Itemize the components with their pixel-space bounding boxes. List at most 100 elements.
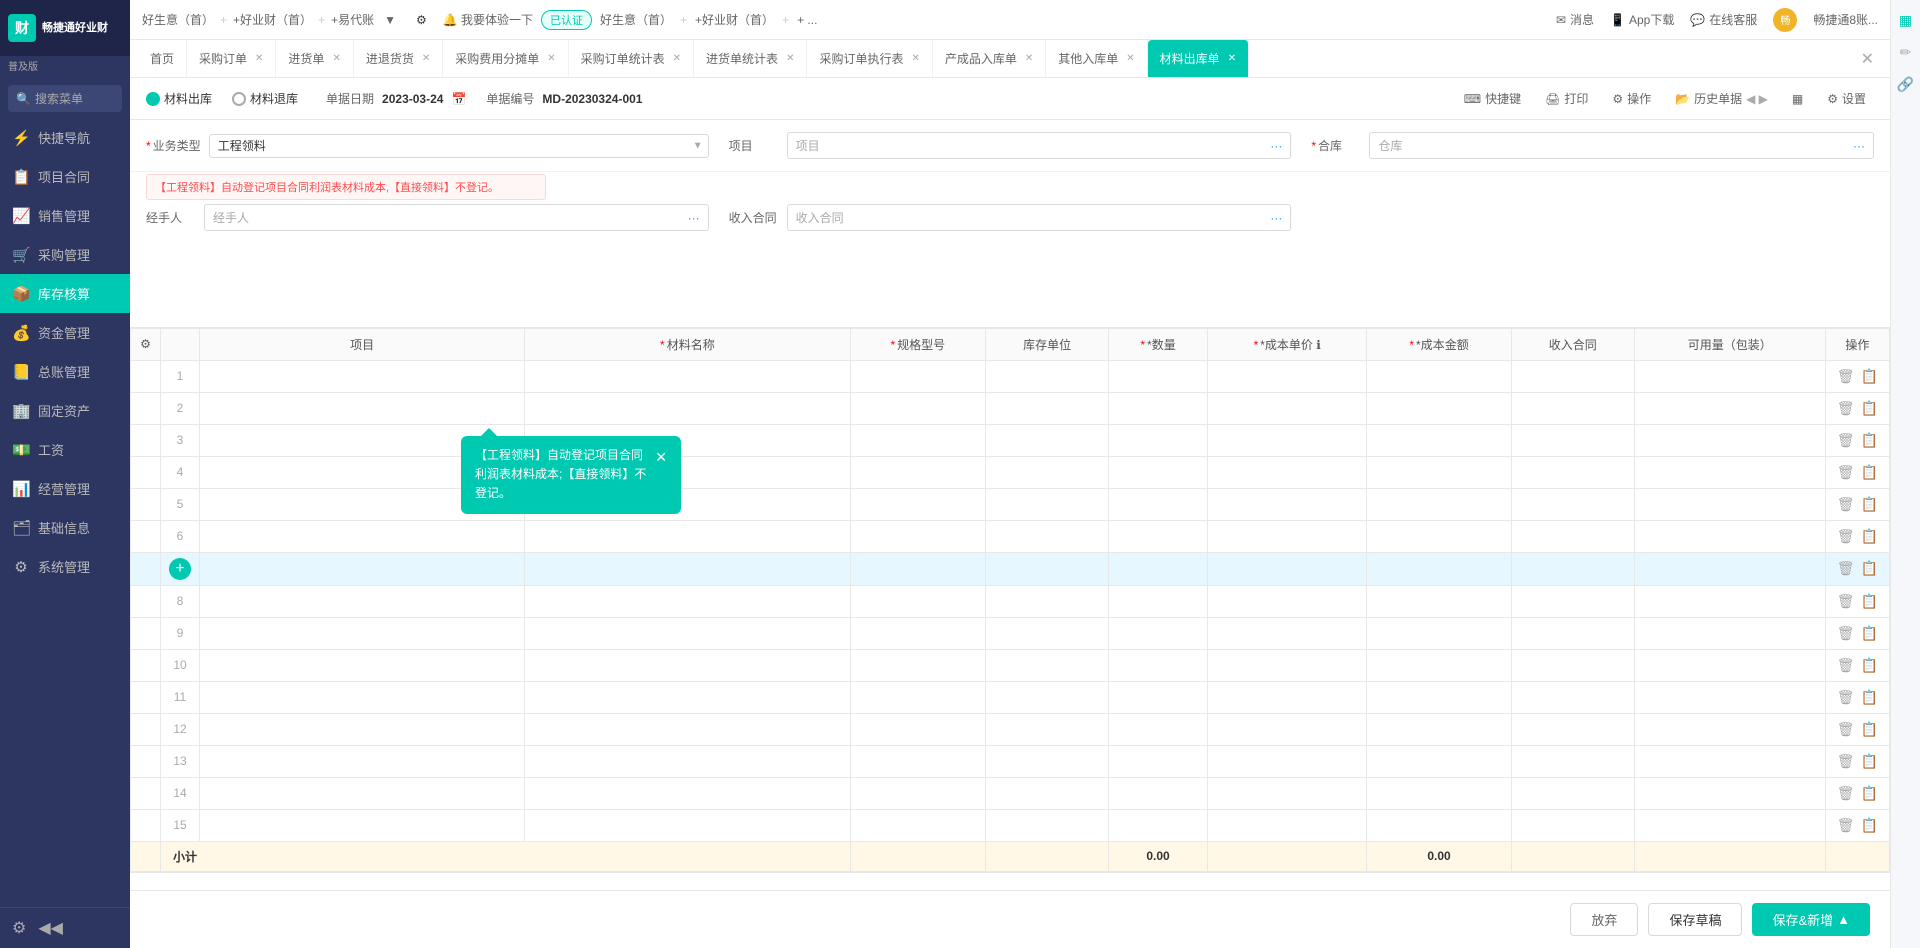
income-contract-cell[interactable] [1511,681,1634,713]
income-contract-cell[interactable] [1511,392,1634,424]
spec-cell[interactable] [850,809,986,841]
available-cell[interactable] [1634,585,1825,617]
spec-cell[interactable] [850,360,986,392]
available-cell[interactable] [1634,520,1825,552]
material-cell[interactable] [525,649,850,681]
experience-label[interactable]: 🔔 我要体验一下 [443,11,533,28]
tab-close-icon[interactable]: ✕ [332,53,340,64]
warehouse-unit-cell[interactable] [986,456,1109,488]
app-download-btn[interactable]: 📱 App下载 [1610,11,1674,28]
cost-price-cell[interactable] [1208,745,1367,777]
available-cell[interactable] [1634,809,1825,841]
sidebar-item-operations[interactable]: 📊 经营管理 [0,469,130,508]
spec-cell[interactable] [850,649,986,681]
cost-price-cell[interactable] [1208,520,1367,552]
warehouse-unit-cell[interactable] [986,424,1109,456]
quantity-cell[interactable] [1109,552,1208,585]
project-input[interactable]: 项目 ··· [787,132,1292,159]
message-btn[interactable]: ✉ 消息 [1556,11,1594,28]
cost-price-cell[interactable] [1208,649,1367,681]
warehouse-input[interactable]: 仓库 ··· [1369,132,1874,159]
sidebar-item-purchase[interactable]: 🛒 采购管理 [0,235,130,274]
tab-close-icon[interactable]: ✕ [1228,53,1236,64]
tab-close-icon[interactable]: ✕ [786,53,794,64]
cost-amount-cell[interactable] [1367,360,1511,392]
delete-row-button[interactable]: 🗑 [1834,494,1858,515]
spec-cell[interactable] [850,520,986,552]
date-value[interactable]: 2023-03-24 [382,92,443,106]
quick-key-btn[interactable]: ⌨ 快捷键 [1456,86,1529,111]
breadcrumb-item-2[interactable]: +好业财（首） [233,11,312,28]
tab-purchase-order[interactable]: 采购订单 ✕ [187,40,276,78]
delete-row-button[interactable]: 🗑 [1834,366,1858,387]
tab-fee[interactable]: 采购费用分摊单 ✕ [443,40,568,78]
project-cell[interactable] [200,809,525,841]
available-cell[interactable] [1634,649,1825,681]
spec-cell[interactable] [850,424,986,456]
income-contract-cell[interactable] [1511,360,1634,392]
material-cell[interactable] [525,585,850,617]
project-cell-input[interactable] [208,562,516,576]
right-panel-edit-icon[interactable]: ✏ [1894,40,1918,64]
cost-price-cell[interactable] [1208,617,1367,649]
spec-cell[interactable] [850,552,986,585]
sidebar-item-finance[interactable]: 💰 资金管理 [0,313,130,352]
project-cell[interactable] [200,520,525,552]
material-cell[interactable] [525,745,850,777]
cost-price-cell[interactable] [1208,360,1367,392]
copy-row-button[interactable]: 📋 [1858,783,1881,804]
quantity-cell[interactable] [1109,360,1208,392]
operate-btn[interactable]: ⚙ 操作 [1604,86,1659,111]
add-row-button[interactable]: + [169,558,191,580]
cost-price-cell[interactable] [1208,552,1367,585]
save-new-button[interactable]: 保存&新增 ▲ [1752,903,1870,936]
tab-po-stats[interactable]: 采购订单统计表 ✕ [569,40,694,78]
project-cell[interactable] [200,552,525,585]
material-cell-input[interactable] [533,562,841,576]
available-cell[interactable] [1634,777,1825,809]
tab-po-execute[interactable]: 采购订单执行表 ✕ [807,40,932,78]
available-cell[interactable] [1634,392,1825,424]
cost-amount-cell[interactable] [1367,809,1511,841]
sidebar-search[interactable]: 🔍 搜索菜单 [8,85,122,112]
sidebar-item-nav[interactable]: ⚡ 快捷导航 [0,118,130,157]
delete-row-button[interactable]: 🗑 [1834,398,1858,419]
handler-input[interactable]: 经手人 ··· [204,204,709,231]
available-cell[interactable] [1634,552,1825,585]
income-contract-cell[interactable] [1511,713,1634,745]
project-cell[interactable] [200,617,525,649]
cost-price-cell[interactable] [1208,777,1367,809]
cost-amount-cell[interactable] [1367,520,1511,552]
cost-price-cell[interactable] [1208,488,1367,520]
available-cell[interactable] [1634,745,1825,777]
tab-close-icon[interactable]: ✕ [673,53,681,64]
income-contract-cell[interactable] [1511,809,1634,841]
material-cell[interactable] [525,713,850,745]
spec-cell[interactable] [850,456,986,488]
material-cell[interactable] [525,520,850,552]
copy-row-button[interactable]: 📋 [1858,815,1881,836]
tab-home[interactable]: 首页 [138,40,187,78]
user-avatar[interactable]: 畅 [1773,8,1797,32]
project-cell[interactable] [200,360,525,392]
tab-return[interactable]: 进退货货 ✕ [354,40,443,78]
quantity-cell[interactable] [1109,681,1208,713]
cost-price-cell[interactable] [1208,424,1367,456]
cost-price-cell[interactable] [1208,456,1367,488]
income-contract-cell[interactable] [1511,585,1634,617]
project-cell[interactable] [200,777,525,809]
copy-row-button[interactable]: 📋 [1858,719,1881,740]
project-cell[interactable] [200,392,525,424]
material-cell[interactable] [525,360,850,392]
quantity-cell[interactable] [1109,713,1208,745]
sidebar-item-payroll[interactable]: 💵 工资 [0,430,130,469]
tab-other-incoming[interactable]: 其他入库单 ✕ [1046,40,1147,78]
tab-material-out[interactable]: 材料出库单 ✕ [1148,40,1249,78]
cost-amount-cell[interactable] [1367,585,1511,617]
copy-row-button[interactable]: 📋 [1858,462,1881,483]
settings-view-btn[interactable]: ⚙ 设置 [1819,86,1874,111]
copy-row-button[interactable]: 📋 [1858,623,1881,644]
cost-amount-cell[interactable] [1367,713,1511,745]
breadcrumb-item-3[interactable]: +易代账 [331,11,374,28]
copy-row-button[interactable]: 📋 [1858,366,1881,387]
